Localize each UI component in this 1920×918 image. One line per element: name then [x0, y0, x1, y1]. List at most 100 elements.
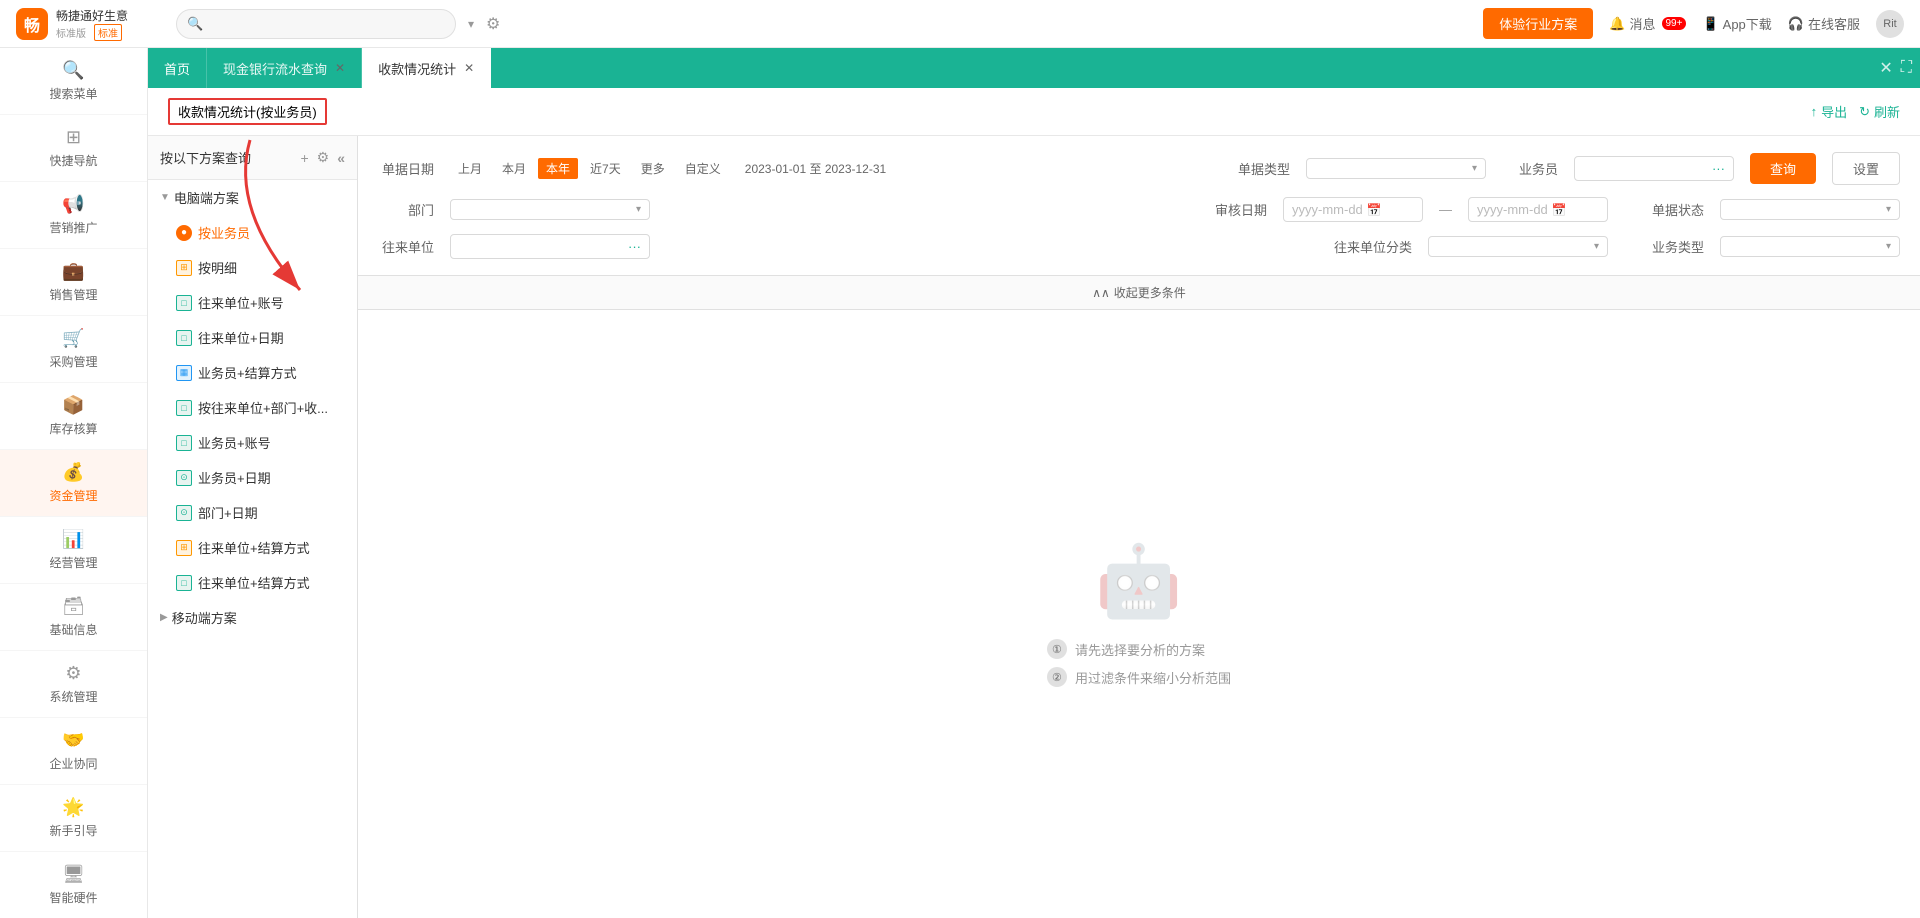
voucher-status-select[interactable]: ▾: [1720, 199, 1900, 220]
scheme-item-staff-account[interactable]: □ 业务员+账号: [164, 425, 357, 460]
add-scheme-button[interactable]: +: [300, 150, 308, 166]
logo-main-text: 畅捷通好生意: [56, 7, 128, 24]
settings-button[interactable]: 设置: [1832, 152, 1900, 185]
date-filter-label: 单据日期: [378, 159, 434, 178]
partner-dots[interactable]: ···: [628, 239, 641, 254]
top-search-bar[interactable]: 🔍: [176, 9, 456, 39]
sidebar-item-inventory[interactable]: 📦 库存核算: [0, 383, 147, 450]
staff-dots[interactable]: ···: [1712, 161, 1725, 176]
sidebar: 🔍 搜索菜单 ⊞ 快捷导航 📢 营销推广 💼 销售管理 🛒 采购管理 📦 库存核…: [0, 48, 148, 918]
date-tab-this-month[interactable]: 本月: [494, 158, 534, 179]
date-tab-last7[interactable]: 近7天: [582, 158, 629, 179]
scheme-item-by-staff[interactable]: ● 按业务员: [164, 215, 357, 250]
user-avatar[interactable]: Rit: [1876, 10, 1904, 38]
sidebar-item-purchase[interactable]: 🛒 采购管理: [0, 316, 147, 383]
mobile-section-header[interactable]: ▶ 移动端方案: [148, 600, 357, 635]
empty-robot-icon: 🤖: [1095, 541, 1182, 623]
sidebar-item-search[interactable]: 🔍 搜索菜单: [0, 48, 147, 115]
step-1-number: ①: [1047, 639, 1067, 659]
tab-home[interactable]: 首页: [148, 48, 207, 88]
top-dropdown[interactable]: ▾: [468, 17, 474, 31]
scheme-item-supplier-dept[interactable]: □ 按往来单位+部门+收...: [164, 390, 357, 425]
voucher-status-label: 单据状态: [1624, 200, 1704, 219]
collapse-button[interactable]: ∧∧ 收起更多条件: [1092, 284, 1186, 301]
trial-button[interactable]: 体验行业方案: [1483, 8, 1593, 39]
page-title: 收款情况统计(按业务员): [168, 98, 327, 125]
scheme-item-staff-date[interactable]: ⊙ 业务员+日期: [164, 460, 357, 495]
scheme-item-supplier-account[interactable]: □ 往来单位+账号: [164, 285, 357, 320]
scheme-item-staff-settle[interactable]: ▦ 业务员+结算方式: [164, 355, 357, 390]
scheme-item-by-detail[interactable]: ⊞ 按明细: [164, 250, 357, 285]
scheme-settings-icon[interactable]: ⚙: [317, 149, 330, 166]
content-area: 首页 现金银行流水查询 ✕ 收款情况统计 ✕ ✕ ⛶ 收款情况统计(按业务员): [148, 48, 1920, 918]
date-tab-custom[interactable]: 自定义: [677, 158, 729, 179]
expand-window-icon[interactable]: ⛶: [1901, 59, 1912, 77]
voucher-status-dropdown-icon: ▾: [1886, 204, 1891, 215]
date-tab-last-month[interactable]: 上月: [450, 158, 490, 179]
collapse-button-label: 收起更多条件: [1114, 284, 1186, 301]
date-tab-this-year[interactable]: 本年: [538, 158, 578, 179]
close-window-icon[interactable]: ✕: [1879, 58, 1892, 78]
sidebar-item-hardware[interactable]: 🖥 智能硬件: [0, 852, 147, 918]
sidebar-item-corp[interactable]: 🤝 企业协同: [0, 718, 147, 785]
review-date-start-input[interactable]: yyyy-mm-dd 📅: [1283, 197, 1423, 222]
refresh-button[interactable]: ↻ 刷新: [1859, 102, 1900, 121]
headset-icon: 🎧: [1788, 16, 1804, 32]
dept-select[interactable]: ▾: [450, 199, 650, 220]
logo-text-area: 畅捷通好生意 标准版 标准: [56, 7, 128, 41]
filter-row-1: 单据日期 上月 本月 本年 近7天 更多 自定义 2023-01-01 至 20…: [378, 152, 1900, 185]
grid-icon: ⊞: [66, 127, 81, 148]
business-type-select[interactable]: ▾: [1720, 236, 1900, 257]
std-badge: 标准: [94, 24, 122, 41]
online-service-label: 在线客服: [1808, 14, 1860, 33]
sidebar-item-marketing[interactable]: 📢 营销推广: [0, 182, 147, 249]
left-panel: 按以下方案查询 + ⚙ « ▼ 电脑端方案 ● 按业务员: [148, 136, 358, 918]
calendar-start-icon[interactable]: 📅: [1367, 203, 1382, 217]
scheme-item-dept-date[interactable]: ⊙ 部门+日期: [164, 495, 357, 530]
sidebar-item-basic[interactable]: 🗃 基础信息: [0, 584, 147, 651]
notification-item[interactable]: 🔔 消息 99+: [1609, 14, 1686, 33]
tab-bank[interactable]: 现金银行流水查询 ✕: [207, 48, 362, 88]
export-button[interactable]: ↑ 导出: [1811, 102, 1848, 121]
online-service-item[interactable]: 🎧 在线客服: [1788, 14, 1860, 33]
search-icon: 🔍: [62, 60, 84, 81]
sidebar-item-sales[interactable]: 💼 销售管理: [0, 249, 147, 316]
calendar-end-icon[interactable]: 📅: [1552, 203, 1567, 217]
sidebar-item-system[interactable]: ⚙ 系统管理: [0, 651, 147, 718]
query-button[interactable]: 查询: [1750, 153, 1816, 184]
review-date-label: 审核日期: [1211, 200, 1267, 219]
business-type-label: 业务类型: [1624, 237, 1704, 256]
by-detail-icon: ⊞: [176, 260, 192, 276]
guide-icon: 🌟: [62, 797, 84, 818]
marketing-icon: 📢: [62, 194, 84, 215]
review-date-end-input[interactable]: yyyy-mm-dd 📅: [1468, 197, 1608, 222]
app-download-item[interactable]: 📱 App下载: [1702, 14, 1771, 33]
voucher-type-select[interactable]: ▾: [1306, 158, 1486, 179]
search-input[interactable]: [207, 17, 445, 31]
supplier-dept-icon: □: [176, 400, 192, 416]
tab-receipt[interactable]: 收款情况统计 ✕: [362, 48, 491, 88]
date-tab-more[interactable]: 更多: [633, 158, 673, 179]
top-actions: 体验行业方案 🔔 消息 99+ 📱 App下载 🎧 在线客服 Rit: [1483, 8, 1904, 39]
scheme-item-supplier-date[interactable]: □ 往来单位+日期: [164, 320, 357, 355]
partner-category-select[interactable]: ▾: [1428, 236, 1608, 257]
sidebar-item-nav[interactable]: ⊞ 快捷导航: [0, 115, 147, 182]
collapse-panel-icon[interactable]: «: [337, 150, 345, 166]
bank-tab-label: 现金银行流水查询: [223, 59, 327, 78]
scheme-item-supplier-settle2[interactable]: □ 往来单位+结算方式: [164, 565, 357, 600]
receipt-tab-close[interactable]: ✕: [464, 61, 474, 75]
scheme-item-supplier-settle[interactable]: ⊞ 往来单位+结算方式: [164, 530, 357, 565]
staff-select[interactable]: ···: [1574, 156, 1734, 181]
settings-icon[interactable]: ⚙: [486, 14, 500, 34]
sidebar-item-guide[interactable]: 🌟 新手引导: [0, 785, 147, 852]
supplier-settle2-label: 往来单位+结算方式: [198, 573, 310, 592]
download-icon: 📱: [1702, 16, 1718, 32]
sidebar-item-finance[interactable]: 💰 资金管理: [0, 450, 147, 517]
desktop-section-header[interactable]: ▼ 电脑端方案: [148, 180, 357, 215]
sidebar-item-operations[interactable]: 📊 经营管理: [0, 517, 147, 584]
notification-badge: 99+: [1662, 17, 1687, 30]
dept-date-icon: ⊙: [176, 505, 192, 521]
partner-select[interactable]: ···: [450, 234, 650, 259]
bank-tab-close[interactable]: ✕: [335, 61, 345, 75]
date-tabs: 上月 本月 本年 近7天 更多 自定义: [450, 158, 729, 179]
